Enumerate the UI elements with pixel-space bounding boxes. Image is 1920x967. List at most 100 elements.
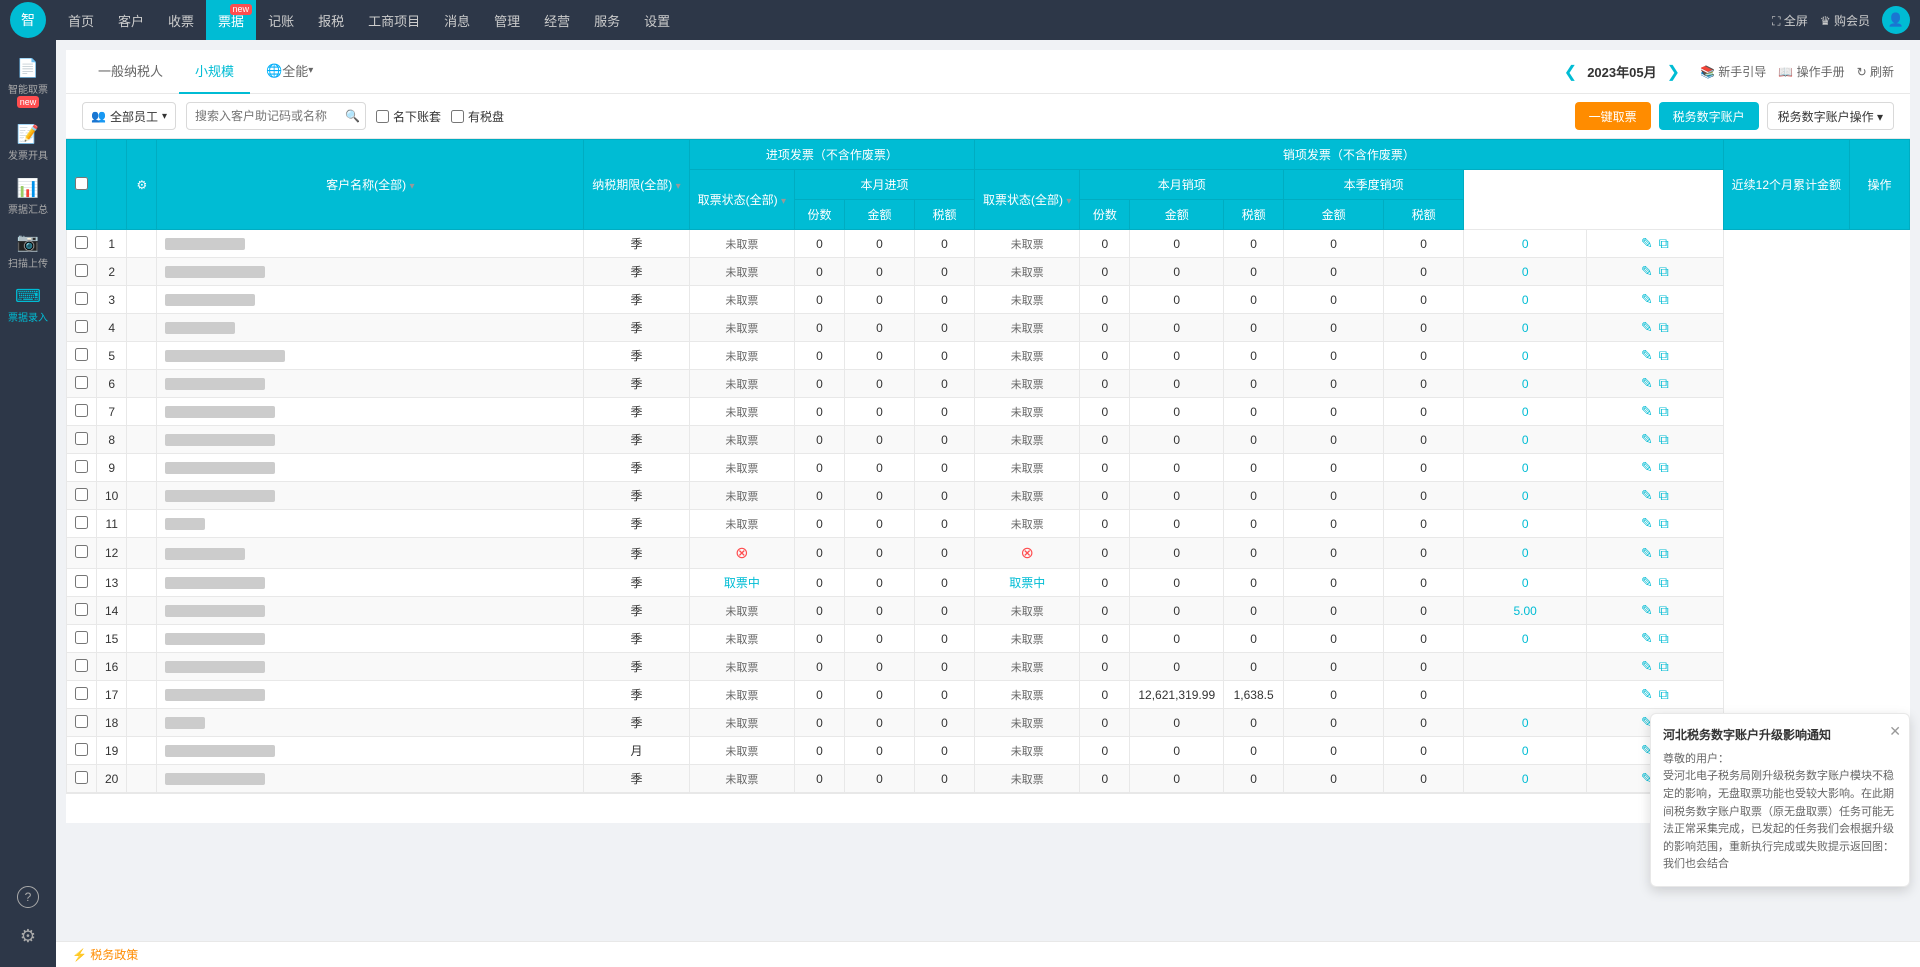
acc12m-link[interactable]: 0 (1522, 744, 1529, 758)
manual-btn[interactable]: 📖 操作手册 (1778, 63, 1844, 80)
fullscreen-btn[interactable]: ⛶ 全屏 (1772, 12, 1808, 29)
nav-operations[interactable]: 经营 (532, 0, 582, 40)
edit-icon[interactable]: ✎ (1641, 545, 1653, 562)
acc12m-link[interactable]: 0 (1522, 265, 1529, 279)
copy-icon[interactable]: ⧉ (1659, 319, 1669, 336)
edit-icon[interactable]: ✎ (1641, 515, 1653, 532)
row-checkbox[interactable] (75, 715, 88, 728)
copy-icon[interactable]: ⧉ (1659, 487, 1669, 504)
membership-btn[interactable]: ♛ 购会员 (1820, 12, 1870, 29)
th-out-status[interactable]: 取票状态(全部) ▾ (975, 170, 1080, 230)
copy-icon[interactable]: ⧉ (1659, 515, 1669, 532)
acc12m-link[interactable]: 0 (1522, 293, 1529, 307)
row-checkbox[interactable] (75, 771, 88, 784)
sidebar-item-issue-invoice[interactable]: 📝 发票开具 (0, 116, 56, 170)
edit-icon[interactable]: ✎ (1641, 347, 1653, 364)
tab-small-scale[interactable]: 小规模 (179, 50, 250, 94)
sidebar-item-help[interactable]: ? (13, 878, 43, 918)
select-all-checkbox[interactable] (75, 177, 88, 190)
row-checkbox[interactable] (75, 575, 88, 588)
under-name-checkbox-label[interactable]: 名下账套 (376, 108, 441, 125)
nav-services[interactable]: 服务 (582, 0, 632, 40)
edit-icon[interactable]: ✎ (1641, 658, 1653, 675)
employee-select[interactable]: 👥 全部员工 ▾ (82, 102, 176, 130)
copy-icon[interactable]: ⧉ (1659, 291, 1669, 308)
acc12m-link[interactable]: 0 (1522, 772, 1529, 786)
row-checkbox[interactable] (75, 687, 88, 700)
nav-messages[interactable]: 消息 (432, 0, 482, 40)
nav-receipt[interactable]: 收票 (156, 0, 206, 40)
one-click-invoice-btn[interactable]: 一键取票 (1575, 102, 1651, 130)
nav-tax[interactable]: 报税 (306, 0, 356, 40)
acc12m-link[interactable]: 0 (1522, 576, 1529, 590)
row-checkbox[interactable] (75, 320, 88, 333)
edit-icon[interactable]: ✎ (1641, 403, 1653, 420)
new-guide-btn[interactable]: 📚 新手引导 (1700, 63, 1766, 80)
copy-icon[interactable]: ⧉ (1659, 459, 1669, 476)
acc12m-link[interactable]: 0 (1522, 321, 1529, 335)
copy-icon[interactable]: ⧉ (1659, 658, 1669, 675)
under-name-checkbox[interactable] (376, 110, 389, 123)
copy-icon[interactable]: ⧉ (1659, 686, 1669, 703)
acc12m-link[interactable]: 0 (1522, 517, 1529, 531)
copy-icon[interactable]: ⧉ (1659, 431, 1669, 448)
row-checkbox[interactable] (75, 460, 88, 473)
sidebar-item-smart-invoice[interactable]: 📄 智能取票 new (0, 50, 56, 116)
nav-client[interactable]: 客户 (106, 0, 156, 40)
sidebar-item-scan-upload[interactable]: 📷 扫描上传 (0, 224, 56, 278)
edit-icon[interactable]: ✎ (1641, 375, 1653, 392)
acc12m-link[interactable]: 0 (1522, 546, 1529, 560)
copy-icon[interactable]: ⧉ (1659, 602, 1669, 619)
edit-icon[interactable]: ✎ (1641, 263, 1653, 280)
user-avatar[interactable]: 👤 (1882, 6, 1910, 34)
copy-icon[interactable]: ⧉ (1659, 545, 1669, 562)
nav-management[interactable]: 管理 (482, 0, 532, 40)
row-checkbox[interactable] (75, 631, 88, 644)
edit-icon[interactable]: ✎ (1641, 291, 1653, 308)
copy-icon[interactable]: ⧉ (1659, 263, 1669, 280)
edit-icon[interactable]: ✎ (1641, 319, 1653, 336)
sidebar-item-gear[interactable]: ⚙ (13, 918, 43, 957)
notification-close-btn[interactable]: ✕ (1889, 720, 1901, 742)
acc12m-link[interactable]: 0 (1522, 461, 1529, 475)
row-checkbox[interactable] (75, 603, 88, 616)
acc12m-link[interactable]: 0 (1522, 349, 1529, 363)
copy-icon[interactable]: ⧉ (1659, 403, 1669, 420)
row-checkbox[interactable] (75, 516, 88, 529)
row-checkbox[interactable] (75, 236, 88, 249)
tab-general-taxpayer[interactable]: 一般纳税人 (82, 50, 179, 94)
search-icon[interactable]: 🔍 (345, 109, 360, 123)
edit-icon[interactable]: ✎ (1641, 487, 1653, 504)
row-checkbox[interactable] (75, 348, 88, 361)
nav-invoice[interactable]: 票据 new (206, 0, 256, 40)
acc12m-link[interactable]: 0 (1522, 632, 1529, 646)
row-checkbox[interactable] (75, 292, 88, 305)
tax-policy-link[interactable]: ⚡ 税务政策 (72, 946, 138, 963)
acc12m-link[interactable]: 0 (1522, 377, 1529, 391)
has-tax-disk-checkbox[interactable] (451, 110, 464, 123)
period-prev-btn[interactable]: ❮ (1564, 62, 1577, 82)
th-period[interactable]: 纳税期限(全部) ▾ (584, 140, 689, 230)
copy-icon[interactable]: ⧉ (1659, 375, 1669, 392)
nav-business[interactable]: 工商项目 (356, 0, 432, 40)
row-checkbox[interactable] (75, 743, 88, 756)
acc12m-link[interactable]: 0 (1522, 405, 1529, 419)
row-checkbox[interactable] (75, 659, 88, 672)
copy-icon[interactable]: ⧉ (1659, 630, 1669, 647)
refresh-btn[interactable]: ↻ 刷新 (1857, 63, 1894, 80)
tab-all-capabilities[interactable]: 🌐 全能 ▾ (250, 50, 329, 94)
edit-icon[interactable]: ✎ (1641, 459, 1653, 476)
edit-icon[interactable]: ✎ (1641, 431, 1653, 448)
edit-icon[interactable]: ✎ (1641, 235, 1653, 252)
nav-bookkeeping[interactable]: 记账 (256, 0, 306, 40)
row-checkbox[interactable] (75, 488, 88, 501)
th-in-status[interactable]: 取票状态(全部) ▾ (689, 170, 794, 230)
copy-icon[interactable]: ⧉ (1659, 574, 1669, 591)
app-logo[interactable]: 智 (10, 2, 46, 38)
copy-icon[interactable]: ⧉ (1659, 235, 1669, 252)
edit-icon[interactable]: ✎ (1641, 630, 1653, 647)
row-checkbox[interactable] (75, 545, 88, 558)
edit-icon[interactable]: ✎ (1641, 574, 1653, 591)
row-checkbox[interactable] (75, 404, 88, 417)
th-client-name[interactable]: 客户名称(全部) ▾ (157, 140, 584, 230)
